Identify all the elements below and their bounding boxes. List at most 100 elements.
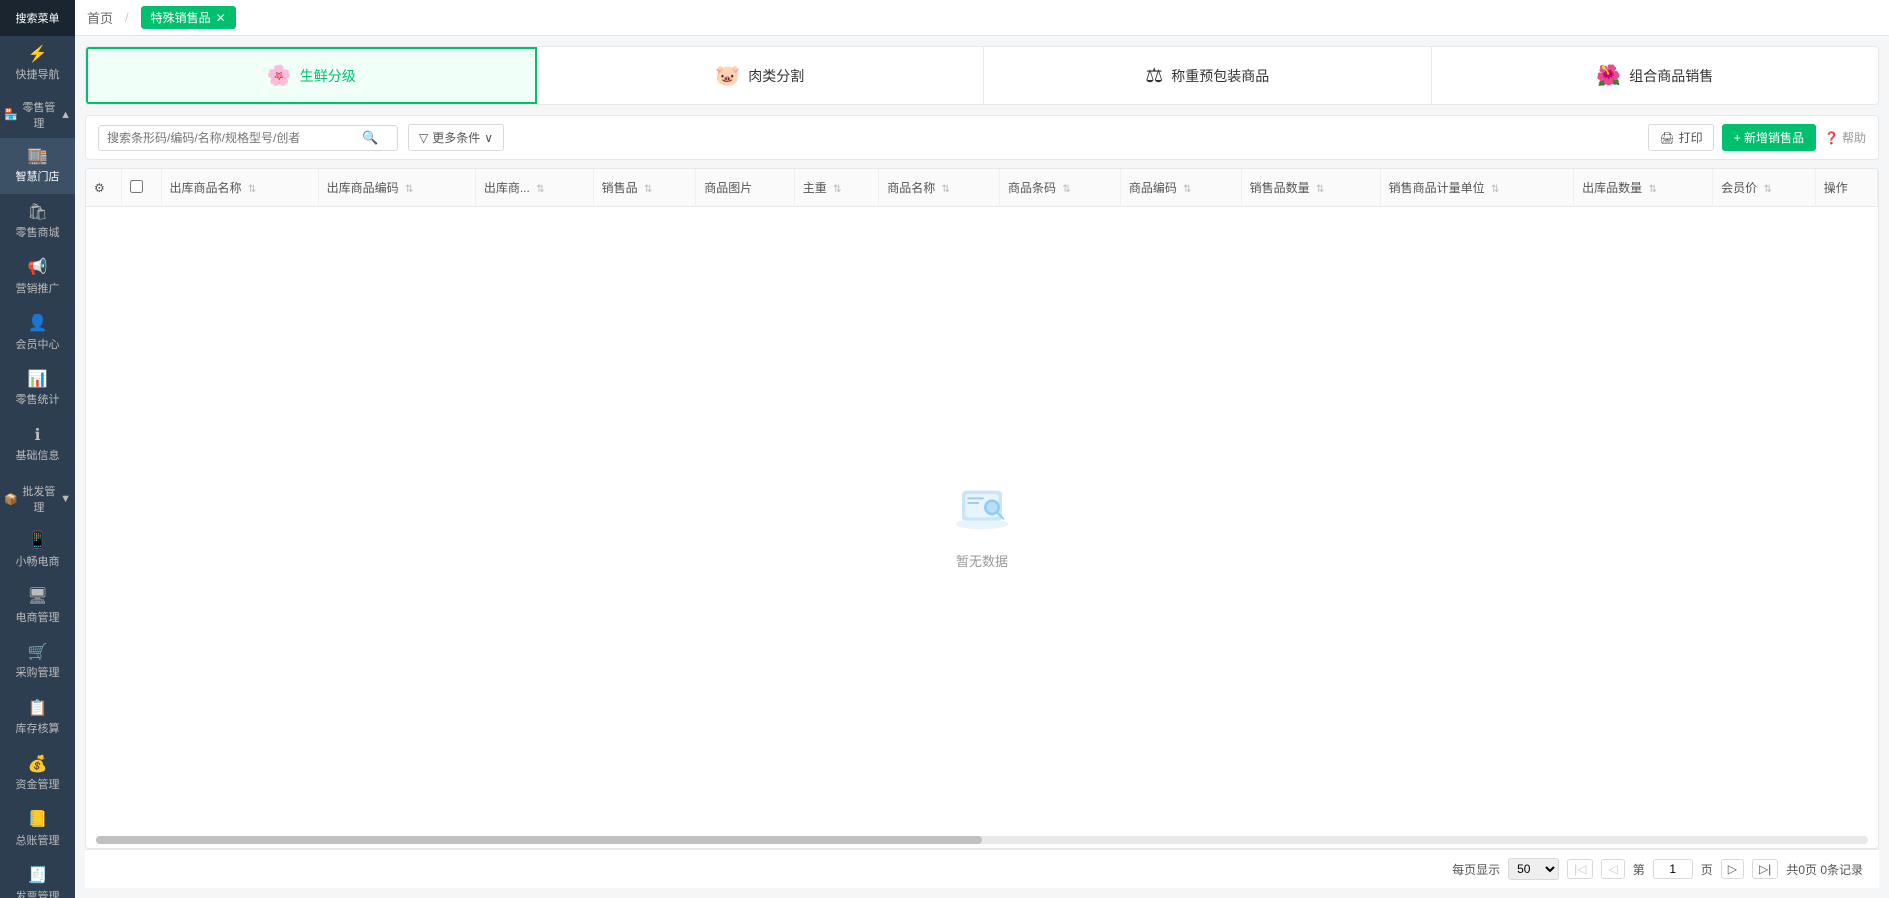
th-out-goods-name[interactable]: 出库商品名称 ⇅	[161, 169, 318, 207]
print-button[interactable]: 🖨 打印	[1648, 124, 1713, 151]
category-tabs: 🌸 生鲜分级 🐷 肉类分割 ⚖ 称重预包装商品 🌺 组合商品销售	[85, 46, 1879, 105]
breadcrumb: 首页	[87, 8, 113, 27]
help-label: 帮助	[1842, 129, 1866, 146]
active-tab[interactable]: 特殊销售品 ✕	[141, 6, 236, 29]
sidebar-item-retail-stats[interactable]: 📊 零售统计	[0, 361, 75, 417]
sidebar-item-label: 小畅电商	[16, 555, 60, 570]
page-number-input[interactable]	[1653, 859, 1693, 879]
per-page-label: 每页显示	[1452, 861, 1500, 878]
search-input[interactable]	[107, 131, 357, 145]
scrollbar-thumb[interactable]	[96, 836, 982, 844]
data-table: ⚙ 出库商品名称 ⇅ 出库商品编码 ⇅ 出库商.	[86, 169, 1878, 207]
main-content: 首页 / 特殊销售品 ✕ 🌸 生鲜分级 🐷 肉类分割 ⚖ 称重预包装商品 🌺	[75, 0, 1889, 898]
breadcrumb-separator: /	[125, 10, 129, 25]
member-icon: 👤	[28, 313, 48, 335]
th-out-goods-spec[interactable]: 出库商... ⇅	[475, 169, 593, 207]
expand-icon: ▲	[60, 109, 71, 121]
sort-icon: ⇅	[1316, 184, 1324, 195]
page-content: 🌸 生鲜分级 🐷 肉类分割 ⚖ 称重预包装商品 🌺 组合商品销售 🔍	[75, 36, 1889, 898]
sidebar-item-label: 零售管理	[21, 99, 57, 131]
sidebar-item-inventory[interactable]: 📋 库存核算	[0, 690, 75, 746]
sidebar-item-wholesale[interactable]: 📦 批发管理 ▼	[0, 476, 75, 522]
sidebar-item-smart-store[interactable]: 🏬 智慧门店	[0, 138, 75, 194]
horizontal-scrollbar[interactable]	[96, 836, 1868, 844]
sidebar-item-label: 智慧门店	[16, 170, 60, 185]
sidebar-item-retail-mall[interactable]: 🛍 零售商城	[0, 194, 75, 250]
add-button[interactable]: + 新增销售品	[1722, 124, 1816, 151]
marketing-icon: 📢	[28, 257, 48, 279]
prev-page-button[interactable]: ◁	[1601, 859, 1624, 879]
empty-icon	[942, 469, 1022, 539]
th-goods-code[interactable]: 商品编码 ⇅	[1120, 169, 1241, 207]
fresh-grade-icon: 🌸	[267, 63, 292, 88]
help-icon: ❓	[1824, 131, 1839, 145]
purchase-icon: 🛒	[28, 642, 48, 664]
tab-meat-cut[interactable]: 🐷 肉类分割	[537, 47, 985, 104]
sidebar-item-label: 快捷导航	[16, 68, 60, 83]
sort-icon: ⇅	[833, 184, 841, 195]
filter-label: 更多条件	[432, 129, 480, 146]
toolbar-right: 🖨 打印 + 新增销售品 ❓ 帮助	[1648, 124, 1866, 151]
wholesale-icon: 📦	[4, 493, 18, 506]
filter-button[interactable]: ▽ 更多条件 ∨	[408, 124, 504, 151]
tab-combo-sales-label: 组合商品销售	[1629, 66, 1713, 86]
finance-icon: 💰	[28, 754, 48, 776]
th-checkbox[interactable]	[121, 169, 161, 207]
tab-weight-pack[interactable]: ⚖ 称重预包装商品	[984, 47, 1432, 104]
sidebar-item-invoice[interactable]: 🧾 发票管理	[0, 857, 75, 898]
sidebar-item-marketing[interactable]: 📢 营销推广	[0, 249, 75, 305]
search-icon: 🔍	[362, 130, 378, 146]
total-info: 共0页 0条记录	[1786, 861, 1863, 878]
sidebar-item-member[interactable]: 👤 会员中心	[0, 305, 75, 361]
sort-icon: ⇅	[1763, 184, 1771, 195]
basic-info-icon: ℹ	[34, 425, 40, 447]
topbar: 首页 / 特殊销售品 ✕	[75, 0, 1889, 36]
sort-icon: ⇅	[1649, 184, 1657, 195]
sidebar-item-basic-info[interactable]: ℹ 基础信息	[0, 417, 75, 473]
th-sales-qty[interactable]: 销售品数量 ⇅	[1241, 169, 1380, 207]
sidebar-item-quick-nav[interactable]: ⚡ 快捷导航	[0, 36, 75, 92]
sort-icon: ⇅	[1183, 184, 1191, 195]
sidebar-item-finance[interactable]: 💰 资金管理	[0, 746, 75, 802]
th-out-goods-code[interactable]: 出库商品编码 ⇅	[318, 169, 475, 207]
empty-text: 暂无数据	[956, 551, 1008, 570]
sidebar-item-general-ledger[interactable]: 📒 总账管理	[0, 801, 75, 857]
retail-mall-icon: 🛍	[27, 202, 47, 224]
print-icon: 🖨	[1659, 131, 1674, 145]
th-main-weight[interactable]: 主重 ⇅	[794, 169, 878, 207]
th-out-qty[interactable]: 出库品数量 ⇅	[1574, 169, 1713, 207]
th-ops: 操作	[1815, 169, 1877, 207]
th-sales-unit[interactable]: 销售商品计量单位 ⇅	[1380, 169, 1574, 207]
retail-stats-icon: 📊	[28, 369, 48, 391]
last-page-button[interactable]: ▷|	[1752, 859, 1778, 879]
sidebar-item-label: 采购管理	[16, 666, 60, 681]
sidebar-item-label: 基础信息	[16, 449, 60, 464]
th-member-price[interactable]: 会员价 ⇅	[1713, 169, 1816, 207]
meat-cut-icon: 🐷	[715, 63, 740, 88]
smart-store-icon: 🏬	[28, 146, 48, 168]
sidebar-item-label: 会员中心	[16, 338, 60, 353]
sidebar-item-ecom-mgmt[interactable]: 🖥 电商管理	[0, 578, 75, 634]
tab-fresh-grade[interactable]: 🌸 生鲜分级	[86, 47, 537, 104]
tab-close-icon[interactable]: ✕	[216, 11, 226, 25]
th-goods-image: 商品图片	[696, 169, 794, 207]
search-box[interactable]: 🔍	[98, 125, 398, 151]
per-page-select[interactable]: 50 10 20 100	[1508, 858, 1559, 880]
tab-label: 特殊销售品	[151, 9, 211, 26]
combo-sales-icon: 🌺	[1596, 63, 1621, 88]
th-goods-barcode[interactable]: 商品条码 ⇅	[1000, 169, 1121, 207]
retail-mgmt-icon: 🏪	[4, 108, 18, 121]
th-goods-name[interactable]: 商品名称 ⇅	[879, 169, 1000, 207]
next-page-button[interactable]: ▷	[1721, 859, 1744, 879]
sidebar-item-purchase[interactable]: 🛒 采购管理	[0, 634, 75, 690]
th-settings[interactable]: ⚙	[86, 169, 121, 207]
sidebar-item-mini-ecom[interactable]: 📱 小畅电商	[0, 522, 75, 578]
sort-icon: ⇅	[644, 184, 652, 195]
help-button[interactable]: ❓ 帮助	[1824, 129, 1866, 146]
tab-combo-sales[interactable]: 🌺 组合商品销售	[1432, 47, 1879, 104]
first-page-button[interactable]: |◁	[1567, 859, 1593, 879]
th-sales-goods[interactable]: 销售品 ⇅	[593, 169, 696, 207]
sidebar-logo: 搜索菜单	[0, 0, 75, 36]
select-all-checkbox[interactable]	[130, 180, 143, 193]
sidebar-item-retail-mgmt[interactable]: 🏪 零售管理 ▲	[0, 92, 75, 138]
